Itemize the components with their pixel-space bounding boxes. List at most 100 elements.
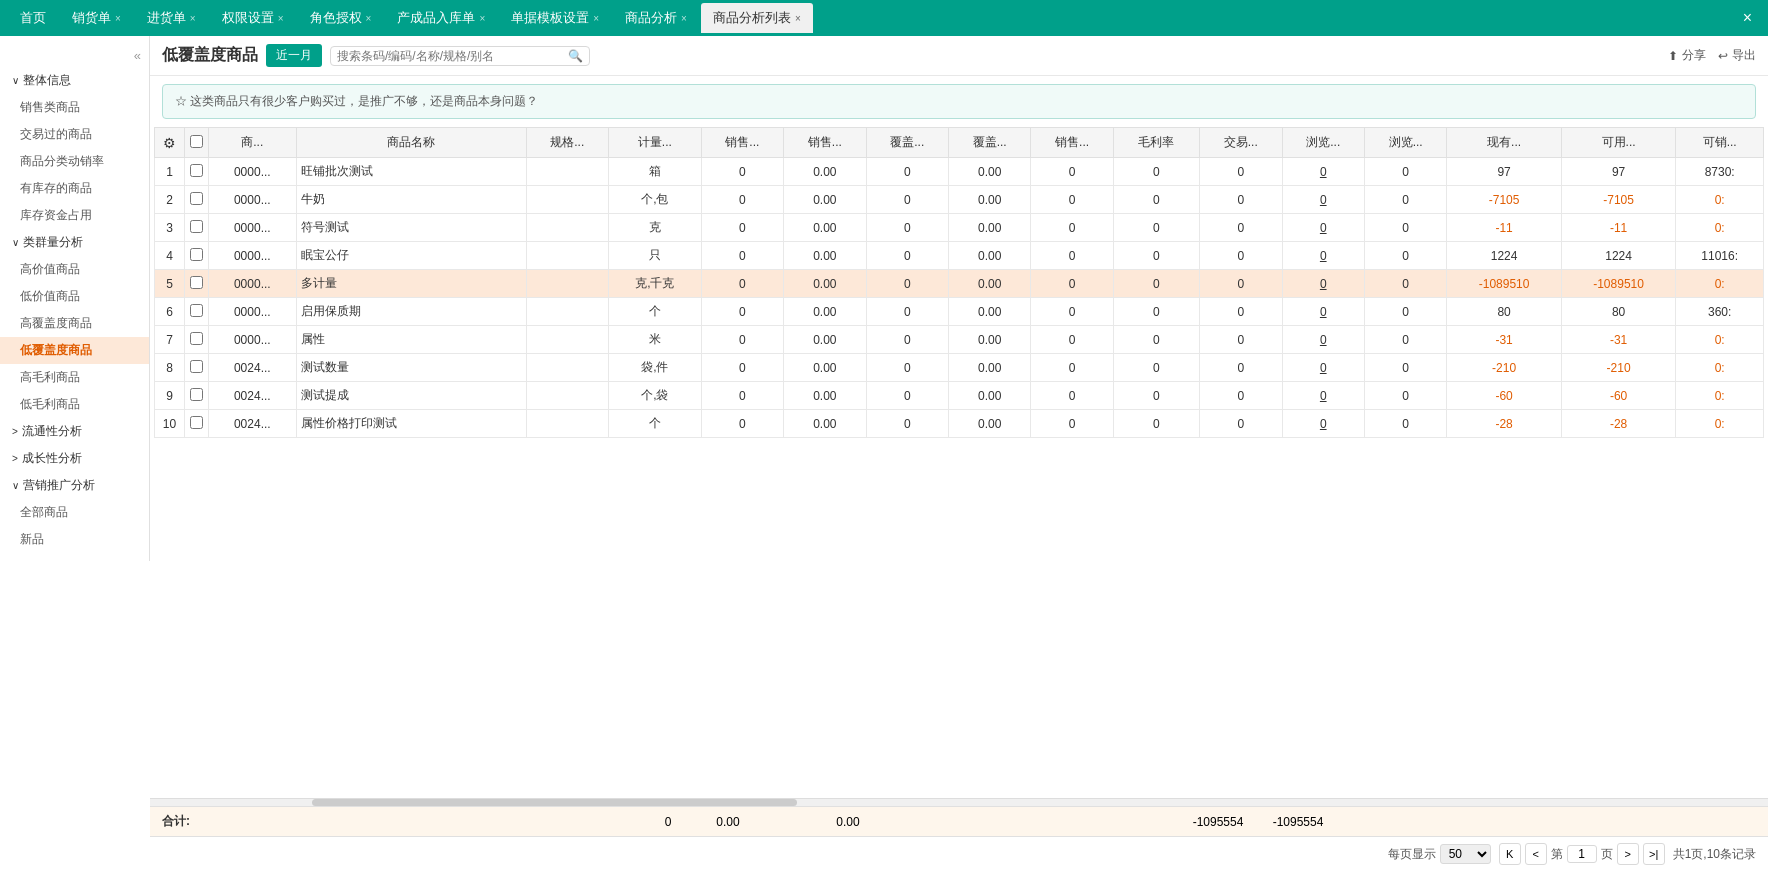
- sidebar-item-high-coverage[interactable]: 高覆盖度商品: [0, 310, 149, 337]
- th-sales-qty[interactable]: 销售...: [701, 128, 783, 158]
- cell-checkbox[interactable]: [185, 186, 209, 214]
- th-spec[interactable]: 规格...: [526, 128, 608, 158]
- row-checkbox[interactable]: [190, 416, 203, 429]
- cell-browse-a[interactable]: 0: [1282, 158, 1364, 186]
- th-trade[interactable]: 交易...: [1200, 128, 1282, 158]
- cell-browse-a[interactable]: 0: [1282, 298, 1364, 326]
- next-page-button[interactable]: >: [1617, 843, 1639, 865]
- th-browse-b[interactable]: 浏览...: [1364, 128, 1446, 158]
- nav-role-auth[interactable]: 角色授权 ×: [298, 3, 384, 33]
- th-name[interactable]: 商品名称: [296, 128, 526, 158]
- th-checkbox[interactable]: [185, 128, 209, 158]
- sidebar-item-stocked-goods[interactable]: 有库存的商品: [0, 175, 149, 202]
- period-button[interactable]: 近一月: [266, 44, 322, 67]
- row-checkbox[interactable]: [190, 248, 203, 261]
- th-current-stock[interactable]: 现有...: [1447, 128, 1561, 158]
- close-permission-icon[interactable]: ×: [278, 13, 284, 24]
- close-template-icon[interactable]: ×: [593, 13, 599, 24]
- close-product-analysis-icon[interactable]: ×: [681, 13, 687, 24]
- nav-template-settings[interactable]: 单据模板设置 ×: [499, 3, 611, 33]
- search-box[interactable]: 🔍: [330, 46, 590, 66]
- sidebar-item-sales-goods[interactable]: 销售类商品: [0, 94, 149, 121]
- select-all-checkbox[interactable]: [190, 135, 203, 148]
- cell-checkbox[interactable]: [185, 410, 209, 438]
- scrollbar-thumb[interactable]: [312, 799, 797, 806]
- nav-product-analysis[interactable]: 商品分析 ×: [613, 3, 699, 33]
- cell-checkbox[interactable]: [185, 326, 209, 354]
- page-size-selector[interactable]: 每页显示 20 50 100: [1388, 844, 1491, 864]
- close-analysis-list-icon[interactable]: ×: [795, 13, 801, 24]
- sidebar-item-traded-goods[interactable]: 交易过的商品: [0, 121, 149, 148]
- prev-page-button[interactable]: <: [1525, 843, 1547, 865]
- export-button[interactable]: ↩ 导出: [1718, 47, 1756, 64]
- search-input[interactable]: [337, 49, 564, 63]
- cell-checkbox[interactable]: [185, 214, 209, 242]
- th-browse-a[interactable]: 浏览...: [1282, 128, 1364, 158]
- page-size-select[interactable]: 20 50 100: [1440, 844, 1491, 864]
- last-page-button[interactable]: >|: [1643, 843, 1665, 865]
- sidebar-item-low-margin[interactable]: 低毛利商品: [0, 391, 149, 418]
- cell-browse-a[interactable]: 0: [1282, 214, 1364, 242]
- row-checkbox[interactable]: [190, 360, 203, 373]
- cell-browse-a[interactable]: 0: [1282, 326, 1364, 354]
- cell-checkbox[interactable]: [185, 270, 209, 298]
- sidebar-item-category-activity[interactable]: 商品分类动销率: [0, 148, 149, 175]
- horizontal-scrollbar[interactable]: [150, 798, 1768, 806]
- close-product-inbound-icon[interactable]: ×: [479, 13, 485, 24]
- row-checkbox[interactable]: [190, 276, 203, 289]
- nav-permission-settings[interactable]: 权限设置 ×: [210, 3, 296, 33]
- nav-sales-order[interactable]: 销货单 ×: [60, 3, 133, 33]
- th-cover-a[interactable]: 覆盖...: [866, 128, 948, 158]
- row-checkbox[interactable]: [190, 388, 203, 401]
- sidebar-item-low-value[interactable]: 低价值商品: [0, 283, 149, 310]
- th-gross-rate[interactable]: 毛利率: [1113, 128, 1199, 158]
- sidebar-section-overall[interactable]: ∨ 整体信息: [0, 67, 149, 94]
- cell-browse-a[interactable]: 0: [1282, 410, 1364, 438]
- cell-browse-a[interactable]: 0: [1282, 354, 1364, 382]
- nav-home[interactable]: 首页: [8, 3, 58, 33]
- th-salable[interactable]: 可销...: [1676, 128, 1764, 158]
- sidebar-item-inventory-capital[interactable]: 库存资金占用: [0, 202, 149, 229]
- sidebar-item-all-goods[interactable]: 全部商品: [0, 499, 149, 526]
- cell-checkbox[interactable]: [185, 354, 209, 382]
- sidebar-item-low-coverage[interactable]: 低覆盖度商品: [0, 337, 149, 364]
- nav-product-analysis-list[interactable]: 商品分析列表 ×: [701, 3, 813, 33]
- nav-purchase-order[interactable]: 进货单 ×: [135, 3, 208, 33]
- sidebar-section-cluster[interactable]: ∨ 类群量分析: [0, 229, 149, 256]
- close-sales-order-icon[interactable]: ×: [115, 13, 121, 24]
- close-role-auth-icon[interactable]: ×: [366, 13, 372, 24]
- close-purchase-order-icon[interactable]: ×: [190, 13, 196, 24]
- row-checkbox[interactable]: [190, 164, 203, 177]
- cell-checkbox[interactable]: [185, 242, 209, 270]
- cell-checkbox[interactable]: [185, 382, 209, 410]
- th-sales-c[interactable]: 销售...: [1031, 128, 1113, 158]
- cell-browse-a[interactable]: 0: [1282, 186, 1364, 214]
- cell-checkbox[interactable]: [185, 298, 209, 326]
- close-all-tabs-button[interactable]: ×: [1735, 5, 1760, 31]
- cell-browse-a[interactable]: 0: [1282, 270, 1364, 298]
- sidebar-section-growth[interactable]: > 成长性分析: [0, 445, 149, 472]
- sidebar-section-circulation[interactable]: > 流通性分析: [0, 418, 149, 445]
- th-code[interactable]: 商...: [209, 128, 297, 158]
- sidebar-section-marketing[interactable]: ∨ 营销推广分析: [0, 472, 149, 499]
- row-checkbox[interactable]: [190, 304, 203, 317]
- sidebar-item-high-value[interactable]: 高价值商品: [0, 256, 149, 283]
- cell-checkbox[interactable]: [185, 158, 209, 186]
- sidebar-item-new-goods[interactable]: 新品: [0, 526, 149, 553]
- th-sales-amt[interactable]: 销售...: [784, 128, 866, 158]
- search-icon[interactable]: 🔍: [568, 49, 583, 63]
- row-checkbox[interactable]: [190, 192, 203, 205]
- row-checkbox[interactable]: [190, 332, 203, 345]
- nav-product-inbound[interactable]: 产成品入库单 ×: [385, 3, 497, 33]
- sidebar-item-high-margin[interactable]: 高毛利商品: [0, 364, 149, 391]
- th-available[interactable]: 可用...: [1561, 128, 1675, 158]
- th-cover-b[interactable]: 覆盖...: [948, 128, 1030, 158]
- page-number-input[interactable]: [1567, 845, 1597, 863]
- cell-browse-a[interactable]: 0: [1282, 382, 1364, 410]
- th-settings[interactable]: ⚙: [155, 128, 185, 158]
- first-page-button[interactable]: K: [1499, 843, 1521, 865]
- sidebar-collapse-button[interactable]: «: [134, 48, 141, 63]
- share-button[interactable]: ⬆ 分享: [1668, 47, 1706, 64]
- row-checkbox[interactable]: [190, 220, 203, 233]
- th-unit[interactable]: 计量...: [609, 128, 702, 158]
